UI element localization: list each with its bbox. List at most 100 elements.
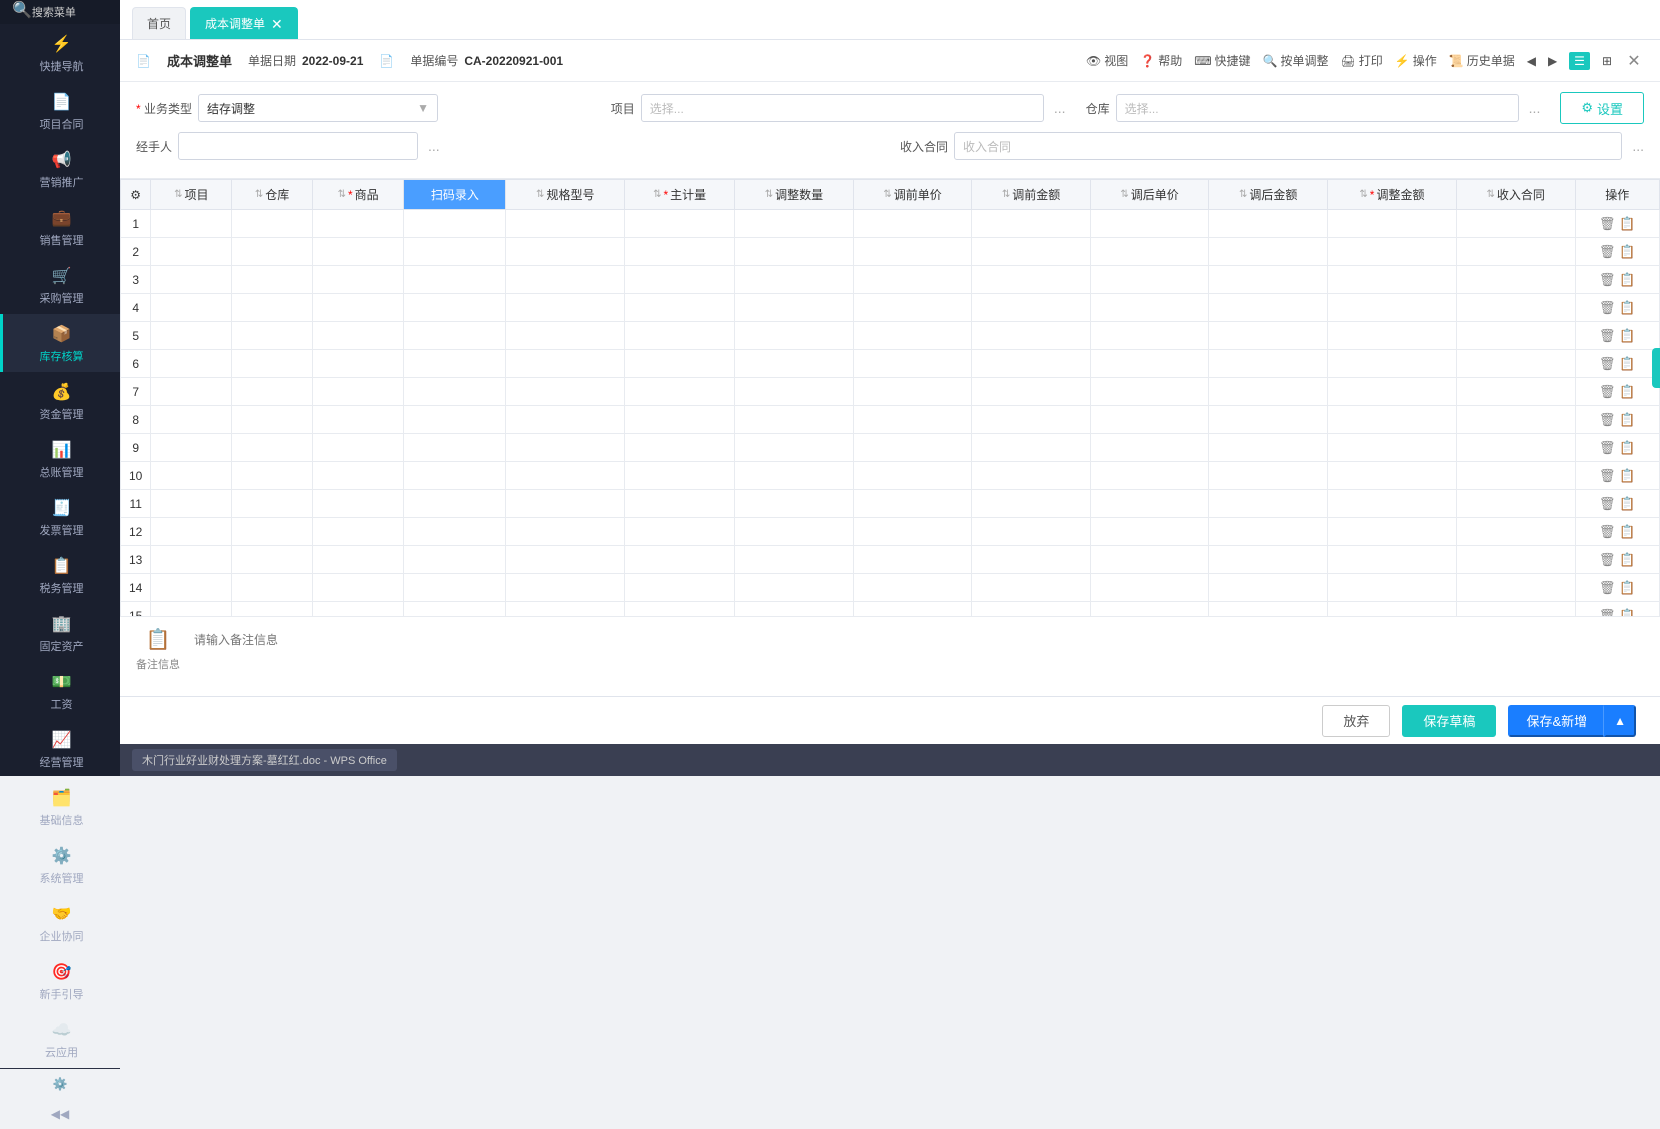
row-copy-icon[interactable]: 📋: [1619, 244, 1635, 260]
row-adj-amount[interactable]: [1327, 546, 1456, 574]
row-warehouse[interactable]: [232, 378, 313, 406]
row-pre-amount[interactable]: [972, 434, 1091, 462]
row-delete-icon[interactable]: 🗑: [1599, 440, 1616, 456]
row-post-unit-price[interactable]: [1090, 434, 1209, 462]
shortcut-btn[interactable]: ⌨ 快捷键: [1194, 52, 1250, 69]
tab-close-icon[interactable]: ✕: [271, 17, 283, 31]
row-adj-amount[interactable]: [1327, 574, 1456, 602]
row-adj-qty[interactable]: [735, 238, 854, 266]
save-draft-btn[interactable]: 保存草稿: [1402, 705, 1496, 737]
row-adj-amount[interactable]: [1327, 378, 1456, 406]
row-project[interactable]: [151, 322, 232, 350]
row-pre-amount[interactable]: [972, 574, 1091, 602]
row-adj-amount[interactable]: [1327, 350, 1456, 378]
row-unit[interactable]: [625, 238, 735, 266]
row-unit[interactable]: [625, 294, 735, 322]
row-income-contract[interactable]: [1456, 490, 1575, 518]
row-spec[interactable]: [506, 490, 625, 518]
row-pre-amount[interactable]: [972, 462, 1091, 490]
sidebar-item-base-info[interactable]: 🗂️ 基础信息: [0, 778, 120, 836]
row-goods[interactable]: [312, 406, 403, 434]
row-goods[interactable]: [312, 434, 403, 462]
save-new-arrow-btn[interactable]: ▲: [1604, 705, 1636, 737]
row-pre-unit-price[interactable]: [853, 266, 972, 294]
row-post-unit-price[interactable]: [1090, 238, 1209, 266]
history-btn[interactable]: 📜 历史单据: [1449, 52, 1515, 69]
row-scan[interactable]: [404, 294, 506, 322]
row-pre-unit-price[interactable]: [853, 210, 972, 238]
row-project[interactable]: [151, 406, 232, 434]
row-post-amount[interactable]: [1209, 266, 1328, 294]
discard-btn[interactable]: 放弃: [1322, 705, 1390, 737]
row-delete-icon[interactable]: 🗑: [1599, 496, 1616, 512]
row-unit[interactable]: [625, 322, 735, 350]
row-scan[interactable]: [404, 238, 506, 266]
row-copy-icon[interactable]: 📋: [1619, 272, 1635, 288]
row-project[interactable]: [151, 490, 232, 518]
row-goods[interactable]: [312, 378, 403, 406]
row-project[interactable]: [151, 574, 232, 602]
row-warehouse[interactable]: [232, 490, 313, 518]
row-warehouse[interactable]: [232, 518, 313, 546]
row-delete-icon[interactable]: 🗑: [1599, 608, 1616, 617]
row-spec[interactable]: [506, 546, 625, 574]
handler-dots-btn[interactable]: ...: [428, 138, 440, 154]
sidebar-item-inventory[interactable]: 📦 库存核算: [0, 314, 120, 372]
row-post-unit-price[interactable]: [1090, 518, 1209, 546]
row-unit[interactable]: [625, 462, 735, 490]
row-pre-unit-price[interactable]: [853, 462, 972, 490]
row-unit[interactable]: [625, 378, 735, 406]
row-post-amount[interactable]: [1209, 574, 1328, 602]
sidebar-item-quick-nav[interactable]: ⚡ 快捷导航: [0, 24, 120, 82]
row-copy-icon[interactable]: 📋: [1619, 468, 1635, 484]
sidebar-item-tax-mgmt[interactable]: 📋 税务管理: [0, 546, 120, 604]
row-adj-amount[interactable]: [1327, 238, 1456, 266]
row-pre-amount[interactable]: [972, 294, 1091, 322]
sidebar-item-sales-mgmt[interactable]: 💼 销售管理: [0, 198, 120, 256]
sidebar-item-funds-mgmt[interactable]: 💰 资金管理: [0, 372, 120, 430]
sidebar-item-cloud-app[interactable]: ☁️ 云应用: [0, 1010, 120, 1068]
row-post-unit-price[interactable]: [1090, 294, 1209, 322]
sidebar-settings-btn[interactable]: ⚙️: [0, 1069, 120, 1099]
row-income-contract[interactable]: [1456, 546, 1575, 574]
row-adj-qty[interactable]: [735, 294, 854, 322]
right-edge-indicator[interactable]: [1652, 348, 1660, 388]
row-pre-unit-price[interactable]: [853, 518, 972, 546]
list-view-btn[interactable]: ☰: [1569, 52, 1590, 70]
row-goods[interactable]: [312, 602, 403, 617]
row-post-unit-price[interactable]: [1090, 350, 1209, 378]
row-adj-amount[interactable]: [1327, 210, 1456, 238]
sidebar-collapse-btn[interactable]: ◀◀: [0, 1099, 120, 1129]
row-copy-icon[interactable]: 📋: [1619, 552, 1635, 568]
row-income-contract[interactable]: [1456, 322, 1575, 350]
row-spec[interactable]: [506, 434, 625, 462]
row-adj-qty[interactable]: [735, 322, 854, 350]
row-unit[interactable]: [625, 546, 735, 574]
row-post-unit-price[interactable]: [1090, 406, 1209, 434]
row-scan[interactable]: [404, 490, 506, 518]
row-income-contract[interactable]: [1456, 574, 1575, 602]
row-scan[interactable]: [404, 406, 506, 434]
row-copy-icon[interactable]: 📋: [1619, 216, 1635, 232]
row-adj-qty[interactable]: [735, 210, 854, 238]
row-pre-unit-price[interactable]: [853, 574, 972, 602]
row-pre-unit-price[interactable]: [853, 490, 972, 518]
row-delete-icon[interactable]: 🗑: [1599, 356, 1616, 372]
row-income-contract[interactable]: [1456, 350, 1575, 378]
row-scan[interactable]: [404, 602, 506, 617]
row-delete-icon[interactable]: 🗑: [1599, 216, 1616, 232]
row-project[interactable]: [151, 602, 232, 617]
row-adj-amount[interactable]: [1327, 322, 1456, 350]
row-copy-icon[interactable]: 📋: [1619, 328, 1635, 344]
row-delete-icon[interactable]: 🗑: [1599, 384, 1616, 400]
col-settings[interactable]: ⚙: [121, 180, 151, 210]
sidebar-item-corp-collab[interactable]: 🤝 企业协同: [0, 894, 120, 952]
tab-cost-adjust[interactable]: 成本调整单 ✕: [190, 7, 298, 39]
row-post-amount[interactable]: [1209, 490, 1328, 518]
row-pre-unit-price[interactable]: [853, 378, 972, 406]
row-project[interactable]: [151, 546, 232, 574]
row-delete-icon[interactable]: 🗑: [1599, 468, 1616, 484]
row-post-unit-price[interactable]: [1090, 462, 1209, 490]
row-warehouse[interactable]: [232, 462, 313, 490]
row-delete-icon[interactable]: 🗑: [1599, 244, 1616, 260]
